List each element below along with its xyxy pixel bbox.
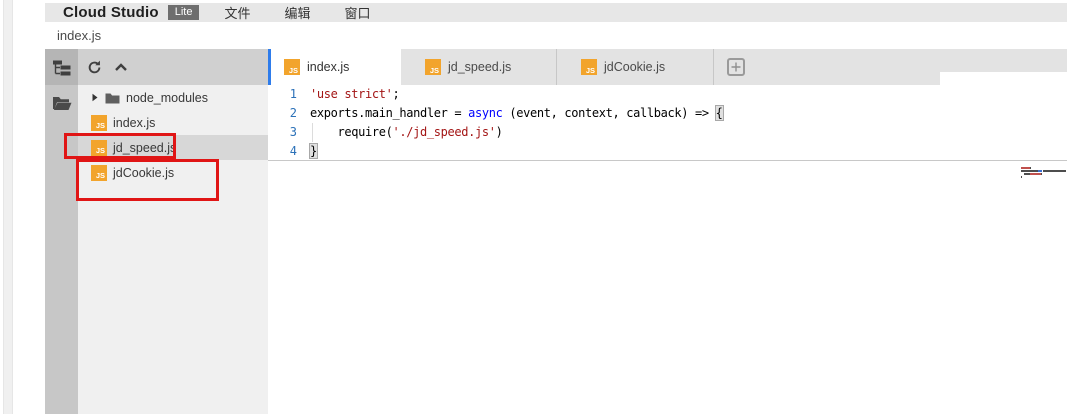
tab-jdCookie-js[interactable]: JS jdCookie.js [557,49,714,85]
code-editor[interactable]: 1234 'use strict';exports.main_handler =… [268,85,1067,414]
tree-item-jdCookie-js[interactable]: JS jdCookie.js [78,160,268,185]
tree-item-label: jdCookie.js [113,166,174,180]
menu-item-1[interactable]: 编辑 [284,3,310,22]
new-tab-button[interactable] [727,58,745,76]
tab-label: jd_speed.js [448,60,511,74]
tree-item-label: index.js [113,116,155,130]
explorer-toolbar [78,49,268,85]
collapse-icon[interactable] [114,62,128,72]
lite-badge: Lite [168,5,200,20]
file-explorer-sidebar: node_modules JS index.js JS jd_speed.js JS jdC… [78,49,268,414]
open-folder-icon [52,96,72,111]
outline-tree-icon [52,59,72,76]
code-line-3[interactable]: require('./jd_speed.js') [268,123,1067,142]
tree-item-label: node_modules [126,91,208,105]
folder-icon [105,92,120,104]
code-line-4[interactable]: } [268,142,1067,161]
js-file-icon: JS [425,59,441,75]
code-line-2[interactable]: exports.main_handler = async (event, con… [268,104,1067,123]
minimap[interactable] [1021,167,1067,179]
top-menu-bar: Cloud Studio Lite 文件 编辑 窗口 [45,3,1067,22]
code-content: 'use strict';exports.main_handler = asyn… [268,85,1067,161]
explorer-view-button[interactable] [45,49,78,85]
js-file-icon: JS [91,140,107,156]
breadcrumb: index.js [57,28,101,43]
folder-view-button[interactable] [45,85,78,121]
tree-item-jd_speed-js[interactable]: JS jd_speed.js [78,135,268,160]
tabstrip-right-gap [940,72,1067,85]
file-tree: node_modules JS index.js JS jd_speed.js JS jdC… [78,85,268,185]
tree-item-node_modules[interactable]: node_modules [78,85,268,110]
breadcrumb-bar: index.js [45,22,1067,49]
menu-item-2[interactable]: 窗口 [345,3,371,22]
tab-label: index.js [307,60,349,74]
tab-jd_speed-js[interactable]: JS jd_speed.js [401,49,557,85]
expand-arrow-icon [91,93,99,102]
js-file-icon: JS [91,165,107,181]
tab-label: jdCookie.js [604,60,665,74]
app-logo: Cloud Studio [63,4,159,21]
menu-item-0[interactable]: 文件 [224,3,250,22]
tab-index-js[interactable]: JS index.js [268,49,401,85]
js-file-icon: JS [91,115,107,131]
menu-list: 文件 编辑 窗口 [224,3,370,22]
indent-guide [312,123,313,142]
tabs: JS index.js JS jd_speed.js JS jdCookie.js [268,49,714,85]
page-scrollbar[interactable] [3,0,13,414]
activity-bar [45,49,78,414]
editor-tab-bar: JS index.js JS jd_speed.js JS jdCookie.js [268,49,1067,85]
code-line-1[interactable]: 'use strict'; [268,85,1067,104]
refresh-icon[interactable] [87,60,102,75]
tree-item-index-js[interactable]: JS index.js [78,110,268,135]
js-file-icon: JS [284,59,300,75]
tree-item-label: jd_speed.js [113,141,176,155]
new-tab-plus-icon [730,61,742,73]
js-file-icon: JS [581,59,597,75]
